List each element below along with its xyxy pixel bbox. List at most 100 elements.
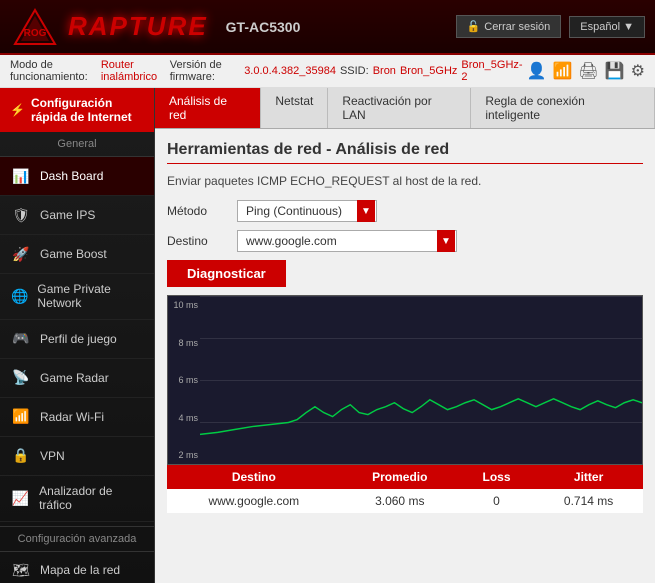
main-layout: ⚡ Configuración rápida de Internet Gener… bbox=[0, 88, 655, 583]
sidebar-item-game-radar[interactable]: 📡 Game Radar bbox=[0, 359, 154, 398]
model-name: GT-AC5300 bbox=[226, 19, 301, 35]
header: ROG RAPTURE GT-AC5300 🔓 Cerrar sesión Es… bbox=[0, 0, 655, 55]
firmware-value[interactable]: 3.0.0.4.382_35984 bbox=[244, 65, 336, 77]
mapa-red-icon: 🗺 bbox=[10, 560, 32, 582]
sidebar-item-radar-wifi[interactable]: 📶 Radar Wi-Fi bbox=[0, 398, 154, 437]
sidebar-item-game-boost-label: Game Boost bbox=[40, 247, 107, 261]
table-body: www.google.com 3.060 ms 0 0.714 ms bbox=[167, 489, 643, 513]
y-label-6ms: 6 ms bbox=[170, 375, 198, 385]
col-destino: Destino bbox=[167, 465, 341, 489]
quick-config-button[interactable]: ⚡ Configuración rápida de Internet bbox=[0, 88, 154, 132]
svg-text:ROG: ROG bbox=[23, 28, 46, 39]
quick-config-icon: ⚡ bbox=[10, 103, 25, 117]
firmware-label: Versión de firmware: bbox=[170, 59, 240, 83]
content-area: Herramientas de red - Análisis de red En… bbox=[155, 129, 655, 583]
user-icon[interactable]: 👤 bbox=[527, 61, 547, 81]
dest-input-wrapper: ▼ bbox=[237, 230, 457, 252]
sidebar-item-radar-wifi-label: Radar Wi-Fi bbox=[40, 410, 104, 424]
chart-y-labels: 10 ms 8 ms 6 ms 4 ms 2 ms bbox=[168, 296, 200, 464]
mode-label: Modo de funcionamiento: bbox=[10, 59, 97, 83]
diagnose-button[interactable]: Diagnosticar bbox=[167, 260, 286, 287]
sidebar-item-dashboard[interactable]: 📊 Dash Board bbox=[0, 157, 154, 196]
description: Enviar paquetes ICMP ECHO_REQUEST al hos… bbox=[167, 174, 643, 188]
sidebar-item-analizador[interactable]: 📈 Analizador de tráfico bbox=[0, 476, 154, 522]
table-header: Destino Promedio Loss Jitter bbox=[167, 465, 643, 489]
ssid-label: SSID: bbox=[340, 65, 369, 77]
gpn-icon: 🌐 bbox=[10, 285, 29, 307]
language-button[interactable]: Español ▼ bbox=[569, 16, 645, 38]
usb-icon[interactable]: 💾 bbox=[605, 61, 625, 81]
sidebar-item-mapa-red[interactable]: 🗺 Mapa de la red bbox=[0, 552, 154, 583]
dest-label: Destino bbox=[167, 234, 237, 248]
general-section-label: General bbox=[0, 132, 154, 157]
radar-wifi-icon: 📶 bbox=[10, 406, 32, 428]
cell-destino: www.google.com bbox=[167, 489, 341, 513]
y-label-8ms: 8 ms bbox=[170, 338, 198, 348]
grid-line-bottom bbox=[200, 464, 642, 465]
info-bar: Modo de funcionamiento: Router inalámbri… bbox=[0, 55, 655, 88]
sidebar-item-vpn-label: VPN bbox=[40, 449, 65, 463]
tab-regla-conexion[interactable]: Regla de conexión inteligente bbox=[471, 88, 655, 128]
sidebar-item-perfil-label: Perfil de juego bbox=[40, 332, 117, 346]
results-table: Destino Promedio Loss Jitter www.google.… bbox=[167, 465, 643, 513]
brand-name: RAPTURE bbox=[68, 11, 208, 42]
tab-netstat[interactable]: Netstat bbox=[261, 88, 328, 128]
analizador-icon: 📈 bbox=[10, 487, 31, 509]
y-label-4ms: 4 ms bbox=[170, 413, 198, 423]
sidebar-item-mapa-red-label: Mapa de la red bbox=[40, 563, 120, 577]
chart-svg bbox=[200, 296, 642, 464]
method-row: Método Ping (Continuous) Ping Traceroute… bbox=[167, 200, 643, 222]
ssid2[interactable]: Bron_5GHz bbox=[400, 65, 457, 77]
sidebar-item-gpn-label: Game Private Network bbox=[37, 282, 144, 311]
tabs: Análisis de red Netstat Reactivación por… bbox=[155, 88, 655, 129]
method-label: Método bbox=[167, 204, 237, 218]
header-right: 🔓 Cerrar sesión Español ▼ bbox=[456, 15, 645, 38]
main-area: Análisis de red Netstat Reactivación por… bbox=[155, 88, 655, 583]
sidebar: ⚡ Configuración rápida de Internet Gener… bbox=[0, 88, 155, 583]
vpn-icon: 🔒 bbox=[10, 445, 32, 467]
method-control: Ping (Continuous) Ping Traceroute NS Loo… bbox=[237, 200, 377, 222]
logout-icon: 🔓 bbox=[467, 20, 481, 33]
adv-config-label: Configuración avanzada bbox=[0, 526, 154, 552]
tab-reactivacion-lan[interactable]: Reactivación por LAN bbox=[328, 88, 471, 128]
cell-loss: 0 bbox=[459, 489, 534, 513]
game-radar-icon: 📡 bbox=[10, 367, 32, 389]
method-select-wrapper: Ping (Continuous) Ping Traceroute NS Loo… bbox=[237, 200, 377, 222]
sidebar-item-perfil-juego[interactable]: 🎮 Perfil de juego bbox=[0, 320, 154, 359]
table-row: www.google.com 3.060 ms 0 0.714 ms bbox=[167, 489, 643, 513]
tab-analisis-red[interactable]: Análisis de red bbox=[155, 88, 261, 128]
cell-promedio: 3.060 ms bbox=[341, 489, 459, 513]
dest-row: Destino ▼ bbox=[167, 230, 643, 252]
sidebar-item-gpn[interactable]: 🌐 Game Private Network bbox=[0, 274, 154, 320]
sidebar-item-game-ips-label: Game IPS bbox=[40, 208, 95, 222]
sidebar-item-vpn[interactable]: 🔒 VPN bbox=[0, 437, 154, 476]
dest-input[interactable] bbox=[237, 230, 457, 252]
col-jitter: Jitter bbox=[534, 465, 643, 489]
page-title: Herramientas de red - Análisis de red bbox=[167, 141, 643, 164]
table-header-row: Destino Promedio Loss Jitter bbox=[167, 465, 643, 489]
signal-icon[interactable]: 📶 bbox=[553, 61, 573, 81]
logout-button[interactable]: 🔓 Cerrar sesión bbox=[456, 15, 562, 38]
sidebar-item-game-boost[interactable]: 🚀 Game Boost bbox=[0, 235, 154, 274]
game-ips-icon: 🛡 bbox=[10, 204, 32, 226]
chart-container: 10 ms 8 ms 6 ms 4 ms 2 ms bbox=[167, 295, 643, 465]
printer-icon[interactable]: 🖨 bbox=[578, 61, 598, 81]
mode-value[interactable]: Router inalámbrico bbox=[101, 59, 166, 83]
col-promedio: Promedio bbox=[341, 465, 459, 489]
game-boost-icon: 🚀 bbox=[10, 243, 32, 265]
rog-logo: ROG bbox=[10, 7, 60, 47]
sidebar-item-dashboard-label: Dash Board bbox=[40, 169, 103, 183]
sidebar-item-game-radar-label: Game Radar bbox=[40, 371, 109, 385]
sidebar-item-game-ips[interactable]: 🛡 Game IPS bbox=[0, 196, 154, 235]
y-label-2ms: 2 ms bbox=[170, 450, 198, 460]
settings-icon[interactable]: ⚙ bbox=[631, 61, 645, 81]
ssid1[interactable]: Bron bbox=[373, 65, 396, 77]
quick-config-label: Configuración rápida de Internet bbox=[31, 96, 144, 124]
info-bar-icons: 👤 📶 🖨 💾 ⚙ bbox=[527, 61, 645, 81]
method-select[interactable]: Ping (Continuous) Ping Traceroute NS Loo… bbox=[237, 200, 377, 222]
cell-jitter: 0.714 ms bbox=[534, 489, 643, 513]
col-loss: Loss bbox=[459, 465, 534, 489]
dashboard-icon: 📊 bbox=[10, 165, 32, 187]
perfil-icon: 🎮 bbox=[10, 328, 32, 350]
ssid3[interactable]: Bron_5GHz-2 bbox=[461, 59, 522, 83]
